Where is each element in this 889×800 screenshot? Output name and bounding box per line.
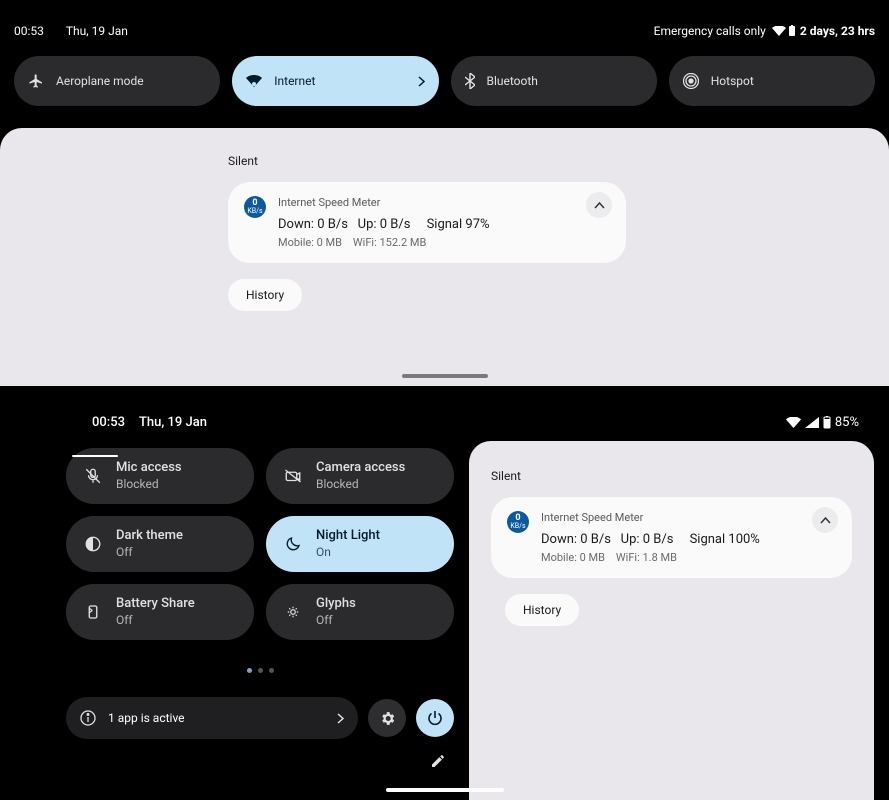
tile-internet[interactable]: Internet: [232, 56, 438, 106]
tile-label: Internet: [274, 74, 417, 88]
gear-icon: [379, 710, 396, 727]
tile-label: Hotspot: [711, 74, 861, 88]
wifi-icon: [786, 417, 801, 428]
notification-line2: Mobile: 0 MB WiFi: 1.8 MB: [541, 551, 836, 564]
notification-line2: Mobile: 0 MB WiFi: 152.2 MB: [278, 236, 610, 249]
moon-icon: [282, 535, 304, 553]
tile-label: Bluetooth: [487, 74, 643, 88]
wifi-icon: [246, 75, 262, 87]
tile-title: Night Light: [316, 528, 380, 544]
tile-title: Mic access: [116, 460, 182, 476]
tile-glyphs[interactable]: GlyphsOff: [266, 584, 454, 640]
status-date: Thu, 19 Jan: [139, 415, 207, 430]
wifi-icon: [772, 26, 786, 36]
tile-subtitle: Off: [116, 545, 183, 560]
status-date: Thu, 19 Jan: [66, 24, 654, 38]
emergency-text: Emergency calls only: [654, 24, 766, 38]
active-apps-button[interactable]: 1 app is active: [66, 697, 358, 739]
app-icon: 0 KB/s: [507, 511, 529, 533]
aeroplane-icon: [28, 73, 44, 89]
time-underline: [72, 455, 118, 457]
navigation-handle[interactable]: [386, 788, 504, 792]
notification-card[interactable]: 0 KB/s Internet Speed Meter Down: 0 B/s …: [491, 497, 852, 578]
dark-icon: [82, 535, 104, 553]
glyph-icon: [282, 603, 304, 621]
tile-camera-access[interactable]: Camera accessBlocked: [266, 448, 454, 504]
page-dots: [200, 668, 320, 673]
tile-battery-share[interactable]: Battery ShareOff: [66, 584, 254, 640]
tile-title: Glyphs: [316, 596, 356, 612]
edit-button[interactable]: [430, 753, 446, 769]
notification-app-name: Internet Speed Meter: [541, 511, 836, 524]
chevron-up-icon: [594, 202, 605, 209]
status-time: 00:53: [92, 415, 125, 430]
battery-percent: 85%: [835, 415, 859, 430]
battery-icon: [788, 25, 796, 37]
expand-toggle[interactable]: [812, 507, 838, 533]
power-icon: [427, 710, 443, 726]
bluetooth-icon: [465, 73, 475, 89]
notification-card[interactable]: 0 KB/s Internet Speed Meter Down: 0 B/s …: [228, 182, 626, 263]
tile-title: Dark theme: [116, 528, 183, 544]
notification-line1: Down: 0 B/s Up: 0 B/s Signal 97%: [278, 217, 610, 232]
tile-night-light[interactable]: Night LightOn: [266, 516, 454, 572]
hotspot-icon: [683, 73, 699, 89]
tile-hotspot[interactable]: Hotspot: [669, 56, 875, 106]
expand-toggle[interactable]: [586, 192, 612, 218]
tile-subtitle: Blocked: [316, 477, 405, 492]
tile-title: Battery Share: [116, 596, 195, 612]
status-time: 00:53: [14, 24, 44, 38]
tile-label: Aeroplane mode: [56, 74, 206, 88]
tile-aeroplane[interactable]: Aeroplane mode: [14, 56, 220, 106]
mic-off-icon: [82, 467, 104, 485]
app-icon: 0 KB/s: [244, 196, 266, 218]
settings-button[interactable]: [368, 699, 406, 737]
tile-subtitle: On: [316, 545, 380, 560]
signal-icon: [805, 417, 819, 428]
camera-off-icon: [282, 467, 304, 485]
history-chip[interactable]: History: [505, 594, 579, 626]
tile-title: Camera access: [316, 460, 405, 476]
battery-icon: [823, 416, 831, 429]
silent-heading: Silent: [491, 469, 852, 483]
silent-heading: Silent: [228, 154, 889, 168]
drag-handle[interactable]: [402, 374, 488, 378]
tile-subtitle: Off: [116, 613, 195, 628]
pencil-icon: [430, 753, 446, 769]
tile-subtitle: Blocked: [116, 477, 182, 492]
history-chip[interactable]: History: [228, 279, 302, 311]
tile-bluetooth[interactable]: Bluetooth: [451, 56, 657, 106]
active-apps-label: 1 app is active: [108, 711, 337, 725]
share-icon: [82, 603, 104, 621]
tile-dark-theme[interactable]: Dark themeOff: [66, 516, 254, 572]
chevron-up-icon: [820, 517, 831, 524]
tile-subtitle: Off: [316, 613, 356, 628]
chevron-right-icon: [418, 76, 425, 87]
power-button[interactable]: [416, 699, 454, 737]
battery-text: 2 days, 23 hrs: [800, 24, 875, 38]
info-icon: [80, 710, 96, 726]
notification-app-name: Internet Speed Meter: [278, 196, 610, 209]
notification-line1: Down: 0 B/s Up: 0 B/s Signal 100%: [541, 532, 836, 547]
chevron-right-icon: [337, 713, 344, 724]
